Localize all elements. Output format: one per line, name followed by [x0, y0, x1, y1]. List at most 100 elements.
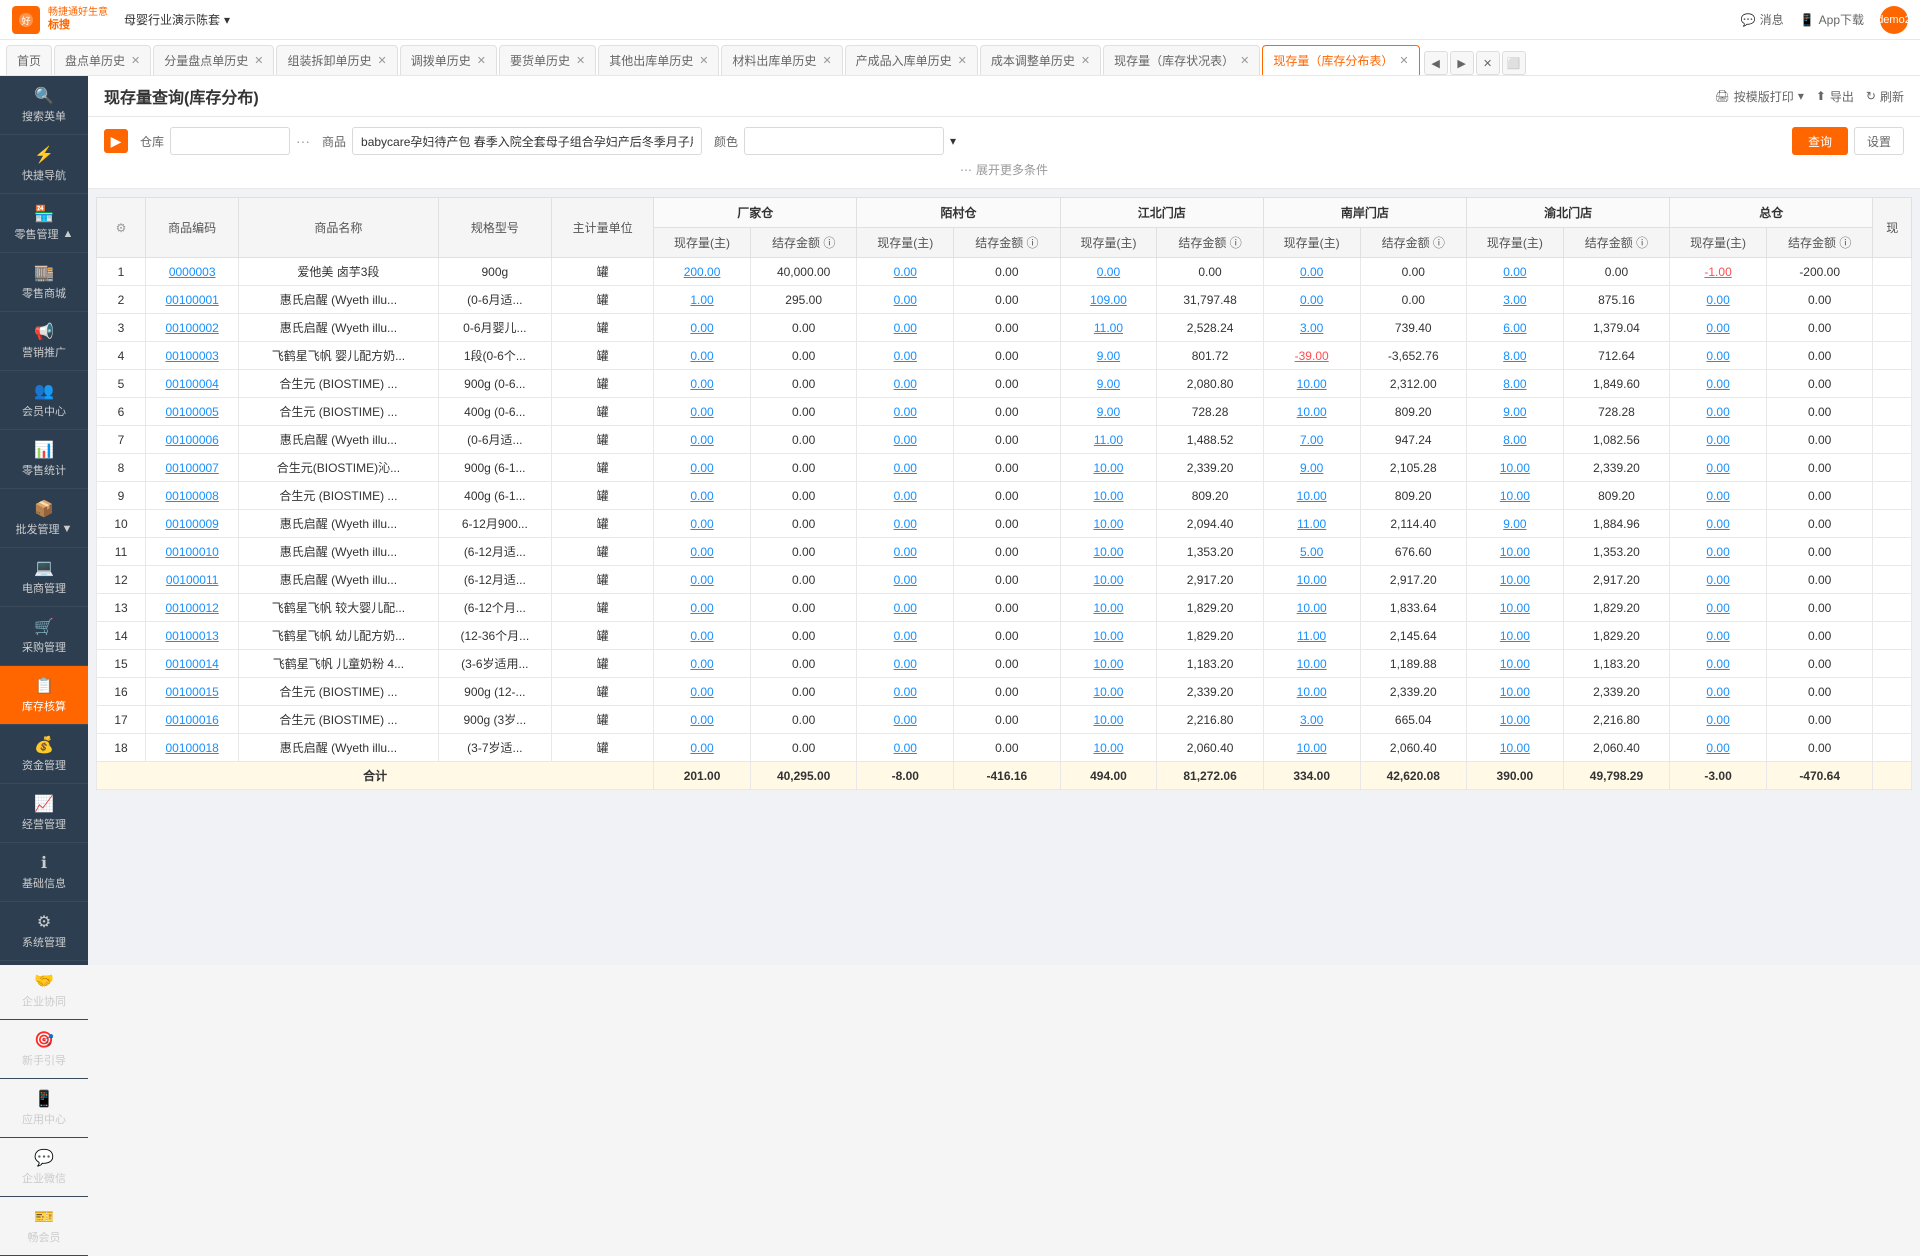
close-tab-cost-adjust[interactable]: ✕ [1081, 54, 1090, 67]
product-code-link[interactable]: 00100015 [165, 685, 218, 699]
tab-nav-expand[interactable]: ⬜ [1502, 51, 1526, 75]
close-tab-transfer[interactable]: ✕ [477, 54, 486, 67]
product-code-link[interactable]: 00100003 [165, 349, 218, 363]
app-download-btn[interactable]: 📱 App下载 [1800, 11, 1864, 28]
product-code-link[interactable]: 00100007 [165, 461, 218, 475]
product-code-link[interactable]: 00100009 [165, 517, 218, 531]
tab-combo-disassemble[interactable]: 组装拆卸单历史 ✕ [276, 45, 397, 75]
message-btn[interactable]: 💬 消息 [1741, 11, 1784, 28]
sidebar-item-purchase[interactable]: 🛒 采购管理 [0, 607, 88, 666]
row-factory-amt: 0.00 [750, 426, 856, 454]
row-factory-amt: 0.00 [750, 482, 856, 510]
close-tab-combo[interactable]: ✕ [378, 54, 387, 67]
sidebar-item-member[interactable]: 👥 会员中心 [0, 371, 88, 430]
product-code-link[interactable]: 00100008 [165, 489, 218, 503]
warehouse-input[interactable] [170, 127, 290, 155]
sidebar-item-app-center[interactable]: 📱 应用中心 [0, 1079, 88, 1138]
print-btn[interactable]: 🖨 按模版打印 ▾ [1715, 88, 1804, 105]
close-tab-demand[interactable]: ✕ [576, 54, 585, 67]
close-tab-other-out[interactable]: ✕ [699, 54, 708, 67]
refresh-btn[interactable]: ↻ 刷新 [1866, 88, 1904, 105]
sidebar-item-retail-mgmt[interactable]: 🏪 零售管理 ▲ [0, 194, 88, 253]
store-selector[interactable]: 母婴行业演示陈套 ▾ [116, 11, 238, 28]
row-factory-amt: 0.00 [750, 678, 856, 706]
sidebar-item-inventory[interactable]: 📋 库存核算 [0, 666, 88, 725]
row-mocun-amt: 0.00 [954, 370, 1060, 398]
sidebar-item-enterprise-collab[interactable]: 🤝 企业协同 [0, 961, 88, 1020]
row-yb-amt: 1,829.20 [1563, 594, 1669, 622]
product-code-link[interactable]: 00100013 [165, 629, 218, 643]
close-tab-material-out[interactable]: ✕ [822, 54, 831, 67]
row-na-amt: 0.00 [1360, 286, 1466, 314]
close-tab-product-in[interactable]: ✕ [958, 54, 967, 67]
tab-stock-distribution[interactable]: 现存量（库存分布表） ✕ [1262, 45, 1419, 75]
close-tab-stock-distribution[interactable]: ✕ [1399, 54, 1408, 67]
sidebar-item-retail-stats[interactable]: 📊 零售统计 [0, 430, 88, 489]
sidebar-item-member-card[interactable]: 🎫 畅会员 [0, 1197, 88, 1256]
product-code-link[interactable]: 00100014 [165, 657, 218, 671]
product-code-link[interactable]: 00100006 [165, 433, 218, 447]
th-total-warehouse: 总仓 [1670, 198, 1873, 228]
inventory-icon: 📋 [4, 676, 84, 696]
product-code-link[interactable]: 00100010 [165, 545, 218, 559]
sidebar-item-enterprise-wechat[interactable]: 💬 企业微信 [0, 1138, 88, 1197]
product-code-link[interactable]: 00100001 [165, 293, 218, 307]
sidebar-item-search[interactable]: 🔍 搜索英单 [0, 76, 88, 135]
color-input[interactable] [744, 127, 944, 155]
row-factory-qty: 0.00 [654, 734, 751, 762]
tab-demand[interactable]: 要货单历史 ✕ [499, 45, 596, 75]
search-btn[interactable]: 查询 [1792, 127, 1848, 155]
tab-material-out[interactable]: 材料出库单历史 ✕ [721, 45, 842, 75]
system-icon: ⚙ [4, 912, 84, 932]
product-code-link[interactable]: 00100018 [165, 741, 218, 755]
product-code-link[interactable]: 0000003 [169, 265, 216, 279]
product-input[interactable] [352, 127, 702, 155]
sidebar-item-retail-store[interactable]: 🏬 零售商城 [0, 253, 88, 312]
tab-inventory-count[interactable]: 盘点单历史 ✕ [54, 45, 151, 75]
tab-home[interactable]: 首页 [6, 45, 52, 75]
close-tab-sub-inventory[interactable]: ✕ [254, 54, 263, 67]
user-avatar-area[interactable]: demo2 [1880, 6, 1908, 34]
row-name: 惠氏启醒 (Wyeth illu... [239, 510, 438, 538]
app-center-icon: 📱 [4, 1089, 84, 1109]
sidebar-item-marketing[interactable]: 📢 营销推广 [0, 312, 88, 371]
th-settings[interactable]: ⚙ [97, 198, 146, 258]
close-tab-stock-status[interactable]: ✕ [1240, 54, 1249, 67]
filter-expand-btn[interactable]: ▶ [104, 129, 128, 153]
sidebar-item-system[interactable]: ⚙ 系统管理 [0, 902, 88, 961]
tab-transfer[interactable]: 调拨单历史 ✕ [400, 45, 497, 75]
tab-nav-next[interactable]: ▶ [1450, 51, 1474, 75]
tab-other-out[interactable]: 其他出库单历史 ✕ [598, 45, 719, 75]
th-nanan-store: 南岸门店 [1263, 198, 1466, 228]
settings-btn[interactable]: 设置 [1854, 127, 1904, 155]
tab-cost-adjust[interactable]: 成本调整单历史 ✕ [980, 45, 1101, 75]
sidebar-item-operations[interactable]: 📈 经营管理 [0, 784, 88, 843]
row-yb-amt: 1,379.04 [1563, 314, 1669, 342]
export-btn[interactable]: ⬆ 导出 [1816, 88, 1854, 105]
sidebar-item-new-guide[interactable]: 🎯 新手引导 [0, 1020, 88, 1079]
product-code-link[interactable]: 00100016 [165, 713, 218, 727]
row-code: 00100016 [146, 706, 239, 734]
product-code-link[interactable]: 00100005 [165, 405, 218, 419]
product-code-link[interactable]: 00100012 [165, 601, 218, 615]
product-code-link[interactable]: 00100002 [165, 321, 218, 335]
product-code-link[interactable]: 00100004 [165, 377, 218, 391]
tab-sub-inventory-count[interactable]: 分量盘点单历史 ✕ [153, 45, 274, 75]
row-yb-qty: 10.00 [1467, 454, 1564, 482]
close-tab-inventory-count[interactable]: ✕ [131, 54, 140, 67]
tab-nav-prev[interactable]: ◀ [1424, 51, 1448, 75]
sidebar-item-ecommerce[interactable]: 💻 电商管理 [0, 548, 88, 607]
sidebar-item-finance[interactable]: 💰 资金管理 [0, 725, 88, 784]
expand-conditions-btn[interactable]: ⋯ 展开更多条件 [104, 161, 1904, 178]
tab-nav-close[interactable]: ✕ [1476, 51, 1500, 75]
row-jb-qty: 10.00 [1060, 622, 1157, 650]
sidebar-item-wholesale[interactable]: 📦 批发管理 ▼ [0, 489, 88, 548]
product-code-link[interactable]: 00100011 [166, 573, 219, 587]
th-mocun-qty: 现存量(主) [857, 228, 954, 258]
tab-stock-status[interactable]: 现存量（库存状况表） ✕ [1103, 45, 1260, 75]
tab-product-in[interactable]: 产成品入库单历史 ✕ [845, 45, 978, 75]
sidebar-item-basic-info[interactable]: ℹ 基础信息 [0, 843, 88, 902]
row-mocun-amt: 0.00 [954, 734, 1060, 762]
row-name: 合生元 (BIOSTIME) ... [239, 370, 438, 398]
sidebar-item-quick-nav[interactable]: ⚡ 快捷导航 [0, 135, 88, 194]
